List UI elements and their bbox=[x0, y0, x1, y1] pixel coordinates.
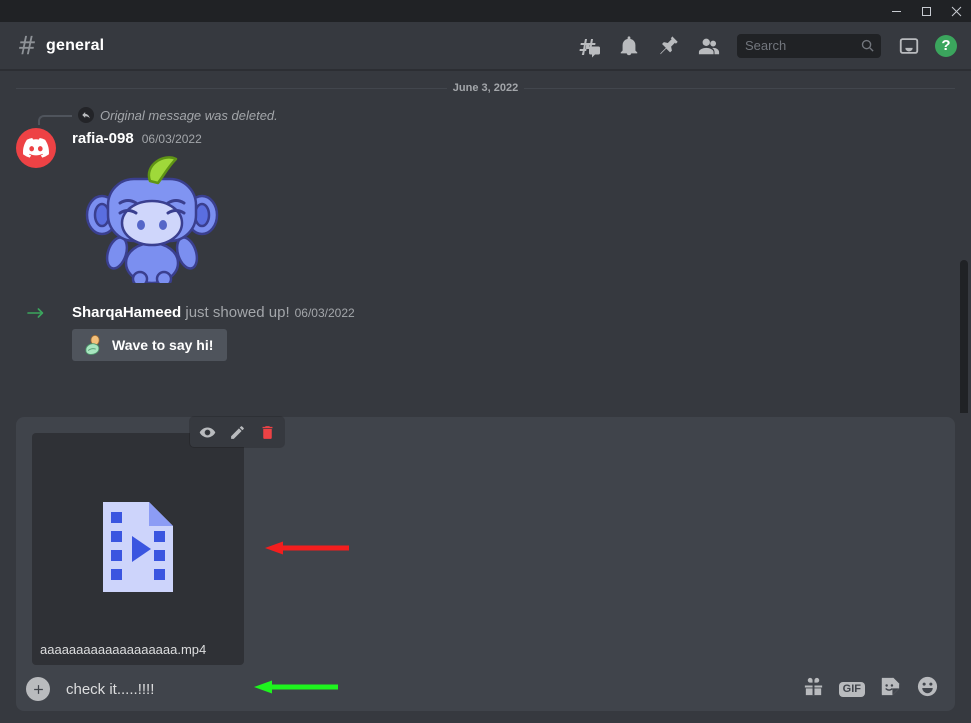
join-text: just showed up! bbox=[181, 304, 290, 321]
message-composer[interactable]: check it.....!!!! GIF bbox=[16, 667, 955, 711]
members-icon[interactable] bbox=[689, 26, 729, 66]
emoji-icon[interactable] bbox=[916, 675, 939, 703]
message-item: rafia-098 06/03/2022 bbox=[0, 126, 971, 288]
close-button[interactable] bbox=[941, 0, 971, 22]
reply-context[interactable]: Original message was deleted. bbox=[38, 106, 971, 125]
edit-pencil-icon[interactable] bbox=[224, 419, 250, 445]
date-divider-label: June 3, 2022 bbox=[452, 82, 519, 94]
wave-button-label: Wave to say hi! bbox=[112, 337, 214, 353]
join-arrow-icon bbox=[16, 304, 56, 321]
message-timestamp: 06/03/2022 bbox=[141, 132, 202, 146]
gift-icon[interactable] bbox=[802, 675, 825, 703]
search-input[interactable]: Search bbox=[737, 33, 881, 58]
avatar[interactable] bbox=[16, 128, 56, 168]
green-annotation-arrow bbox=[254, 679, 339, 700]
message-body: rafia-098 06/03/2022 bbox=[72, 128, 232, 288]
message-author[interactable]: rafia-098 bbox=[72, 130, 134, 147]
message-input[interactable]: check it.....!!!! bbox=[66, 681, 154, 698]
header-actions: Search ? bbox=[569, 26, 963, 66]
message-list: June 3, 2022 Original message was delete… bbox=[0, 70, 971, 413]
search-icon bbox=[860, 38, 875, 53]
reply-spine bbox=[38, 115, 72, 125]
composer-actions: GIF bbox=[802, 675, 939, 703]
upload-filename: aaaaaaaaaaaaaaaaaaa.mp4 bbox=[40, 642, 207, 657]
red-annotation-arrow bbox=[265, 540, 349, 561]
waving-hand-emoji bbox=[82, 334, 104, 356]
video-file-icon bbox=[99, 498, 177, 601]
threads-icon[interactable] bbox=[569, 26, 609, 66]
join-message: SharqaHameed just showed up! 06/03/2022 W… bbox=[0, 298, 971, 361]
help-label: ? bbox=[941, 37, 951, 54]
delete-trash-icon[interactable] bbox=[254, 419, 280, 445]
channel-header: general Search ? bbox=[0, 22, 971, 70]
window-title-bar bbox=[0, 0, 971, 22]
join-username[interactable]: SharqaHameed bbox=[72, 304, 181, 321]
sticker-icon[interactable] bbox=[879, 675, 902, 703]
join-text-line: SharqaHameed just showed up! 06/03/2022 bbox=[72, 304, 355, 321]
blue-monkey-sticker[interactable] bbox=[72, 153, 232, 288]
pin-icon[interactable] bbox=[649, 26, 689, 66]
search-placeholder: Search bbox=[745, 38, 787, 53]
upload-file-card[interactable]: aaaaaaaaaaaaaaaaaaa.mp4 bbox=[32, 417, 284, 665]
reply-arrow-icon bbox=[78, 107, 94, 123]
page-title: general bbox=[46, 36, 105, 54]
help-icon[interactable]: ? bbox=[935, 34, 957, 57]
upload-file-toolbar bbox=[190, 417, 284, 447]
bell-icon[interactable] bbox=[609, 26, 649, 66]
maximize-button[interactable] bbox=[911, 0, 941, 22]
message-header: rafia-098 06/03/2022 bbox=[72, 130, 232, 147]
hash-icon bbox=[16, 35, 38, 57]
inbox-icon[interactable] bbox=[889, 26, 929, 66]
message-scrollbar[interactable] bbox=[960, 260, 968, 413]
gif-icon[interactable]: GIF bbox=[838, 681, 865, 697]
window-controls bbox=[881, 0, 971, 22]
wave-to-say-hi-button[interactable]: Wave to say hi! bbox=[72, 329, 228, 361]
minimize-button[interactable] bbox=[881, 0, 911, 22]
reply-text: Original message was deleted. bbox=[100, 107, 278, 123]
join-timestamp: 06/03/2022 bbox=[294, 306, 355, 320]
preview-eye-icon[interactable] bbox=[194, 419, 220, 445]
upload-preview-area: aaaaaaaaaaaaaaaaaaa.mp4 bbox=[16, 417, 955, 667]
plus-icon[interactable] bbox=[26, 677, 50, 701]
join-body: SharqaHameed just showed up! 06/03/2022 W… bbox=[72, 304, 355, 361]
date-divider: June 3, 2022 bbox=[16, 80, 955, 96]
